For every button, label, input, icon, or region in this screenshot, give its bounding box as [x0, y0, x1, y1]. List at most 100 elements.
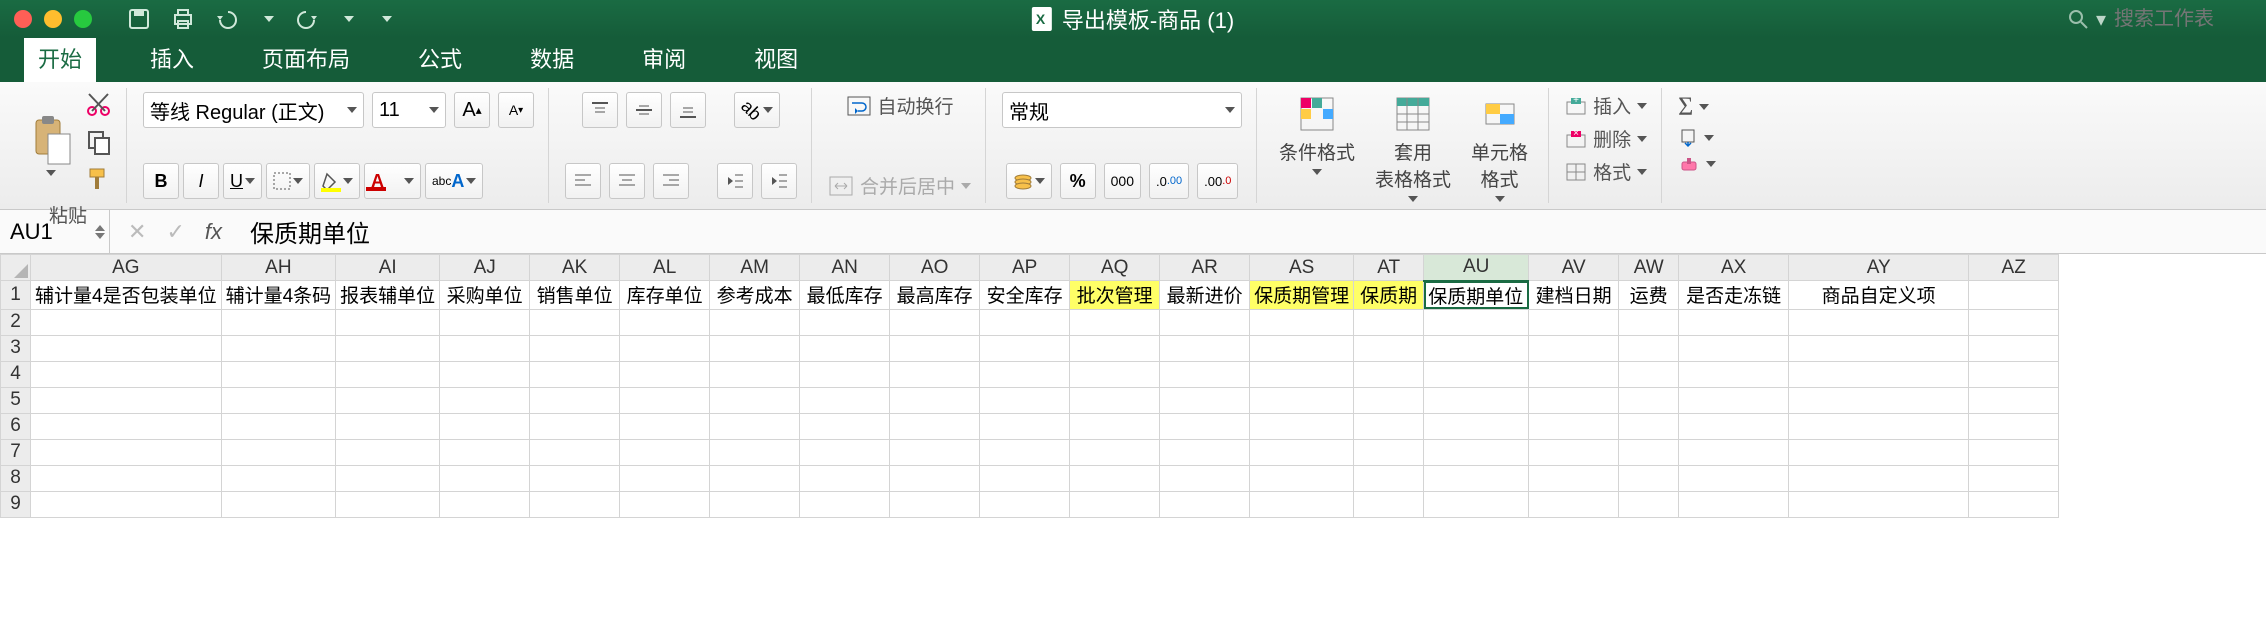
align-right-button[interactable] [653, 163, 689, 199]
cell-AI2[interactable] [336, 309, 440, 335]
cell-AZ9[interactable] [1969, 491, 2059, 517]
cell-AR2[interactable] [1160, 309, 1250, 335]
tab-1[interactable]: 插入 [136, 34, 208, 82]
increase-font-button[interactable]: A▴ [454, 92, 490, 128]
font-color-button[interactable]: A [364, 163, 421, 199]
formula-input[interactable] [240, 210, 2266, 253]
cell-AR7[interactable] [1160, 439, 1250, 465]
cell-AY8[interactable] [1789, 465, 1969, 491]
cell-AH8[interactable] [221, 465, 336, 491]
cell-AR5[interactable] [1160, 387, 1250, 413]
cell-AJ7[interactable] [440, 439, 530, 465]
col-header-AV[interactable]: AV [1529, 255, 1619, 281]
row-header-6[interactable]: 6 [1, 413, 31, 439]
format-painter-icon[interactable] [86, 166, 112, 197]
cell-AQ1[interactable]: 批次管理 [1070, 281, 1160, 310]
align-middle-button[interactable] [626, 92, 662, 128]
cell-AV7[interactable] [1529, 439, 1619, 465]
cell-AP3[interactable] [980, 335, 1070, 361]
tab-5[interactable]: 审阅 [628, 34, 700, 82]
fx-icon[interactable]: fx [205, 219, 222, 245]
cell-AK3[interactable] [530, 335, 620, 361]
cell-AW1[interactable]: 运费 [1619, 281, 1679, 310]
cell-AW8[interactable] [1619, 465, 1679, 491]
cell-AU9[interactable] [1424, 491, 1529, 517]
qat-customize[interactable] [382, 16, 392, 22]
cell-AV2[interactable] [1529, 309, 1619, 335]
fill-color-button[interactable] [314, 163, 360, 199]
cell-AI4[interactable] [336, 361, 440, 387]
cell-AW6[interactable] [1619, 413, 1679, 439]
font-size-dropdown[interactable]: 11 [372, 92, 446, 128]
cell-AJ8[interactable] [440, 465, 530, 491]
cell-AG8[interactable] [31, 465, 222, 491]
cell-AG9[interactable] [31, 491, 222, 517]
cell-AX4[interactable] [1679, 361, 1789, 387]
cell-AN8[interactable] [800, 465, 890, 491]
col-header-AY[interactable]: AY [1789, 255, 1969, 281]
col-header-AO[interactable]: AO [890, 255, 980, 281]
cell-AO5[interactable] [890, 387, 980, 413]
cell-AY2[interactable] [1789, 309, 1969, 335]
cell-AN2[interactable] [800, 309, 890, 335]
cell-AQ9[interactable] [1070, 491, 1160, 517]
percent-button[interactable]: % [1060, 163, 1096, 199]
redo-caret[interactable] [344, 16, 354, 22]
cell-AG5[interactable] [31, 387, 222, 413]
enter-formula-icon[interactable]: ✓ [166, 219, 184, 245]
select-all-corner[interactable] [1, 255, 31, 281]
cell-AS3[interactable] [1250, 335, 1354, 361]
cell-AK1[interactable]: 销售单位 [530, 281, 620, 310]
cell-AU3[interactable] [1424, 335, 1529, 361]
autosum-button[interactable]: Σ [1678, 92, 1716, 122]
cell-AJ6[interactable] [440, 413, 530, 439]
cell-AH2[interactable] [221, 309, 336, 335]
merge-center-button[interactable]: 合并后居中 [828, 172, 971, 199]
cell-AQ5[interactable] [1070, 387, 1160, 413]
col-header-AI[interactable]: AI [336, 255, 440, 281]
cell-AX7[interactable] [1679, 439, 1789, 465]
cell-AZ6[interactable] [1969, 413, 2059, 439]
cell-AQ8[interactable] [1070, 465, 1160, 491]
cell-AR3[interactable] [1160, 335, 1250, 361]
cell-AK4[interactable] [530, 361, 620, 387]
cell-AM9[interactable] [710, 491, 800, 517]
cell-AR8[interactable] [1160, 465, 1250, 491]
cell-AM8[interactable] [710, 465, 800, 491]
col-header-AZ[interactable]: AZ [1969, 255, 2059, 281]
cell-AH6[interactable] [221, 413, 336, 439]
cell-AS8[interactable] [1250, 465, 1354, 491]
decrease-decimal-button[interactable]: .00.0 [1197, 163, 1238, 199]
cell-AV9[interactable] [1529, 491, 1619, 517]
insert-cells-button[interactable]: +插入 [1565, 92, 1647, 119]
cell-AG4[interactable] [31, 361, 222, 387]
cell-AX3[interactable] [1679, 335, 1789, 361]
cell-AS2[interactable] [1250, 309, 1354, 335]
comma-button[interactable]: 000 [1104, 163, 1141, 199]
cell-AO9[interactable] [890, 491, 980, 517]
cell-AX8[interactable] [1679, 465, 1789, 491]
col-header-AL[interactable]: AL [620, 255, 710, 281]
align-top-button[interactable] [582, 92, 618, 128]
cell-AP8[interactable] [980, 465, 1070, 491]
delete-cells-button[interactable]: ×删除 [1565, 125, 1647, 152]
cell-AP1[interactable]: 安全库存 [980, 281, 1070, 310]
col-header-AQ[interactable]: AQ [1070, 255, 1160, 281]
cell-AO4[interactable] [890, 361, 980, 387]
cell-AI3[interactable] [336, 335, 440, 361]
cell-AL5[interactable] [620, 387, 710, 413]
col-header-AJ[interactable]: AJ [440, 255, 530, 281]
cell-AM2[interactable] [710, 309, 800, 335]
decrease-indent-button[interactable] [717, 163, 753, 199]
italic-button[interactable]: I [183, 163, 219, 199]
cell-AT6[interactable] [1354, 413, 1424, 439]
cell-AG1[interactable]: 辅计量4是否包装单位 [31, 281, 222, 310]
cell-AP6[interactable] [980, 413, 1070, 439]
cell-AU1[interactable]: 保质期单位 [1424, 281, 1529, 310]
cell-AX5[interactable] [1679, 387, 1789, 413]
save-icon[interactable] [128, 8, 150, 30]
cell-AZ7[interactable] [1969, 439, 2059, 465]
col-header-AN[interactable]: AN [800, 255, 890, 281]
row-header-1[interactable]: 1 [1, 281, 31, 310]
cell-AQ4[interactable] [1070, 361, 1160, 387]
